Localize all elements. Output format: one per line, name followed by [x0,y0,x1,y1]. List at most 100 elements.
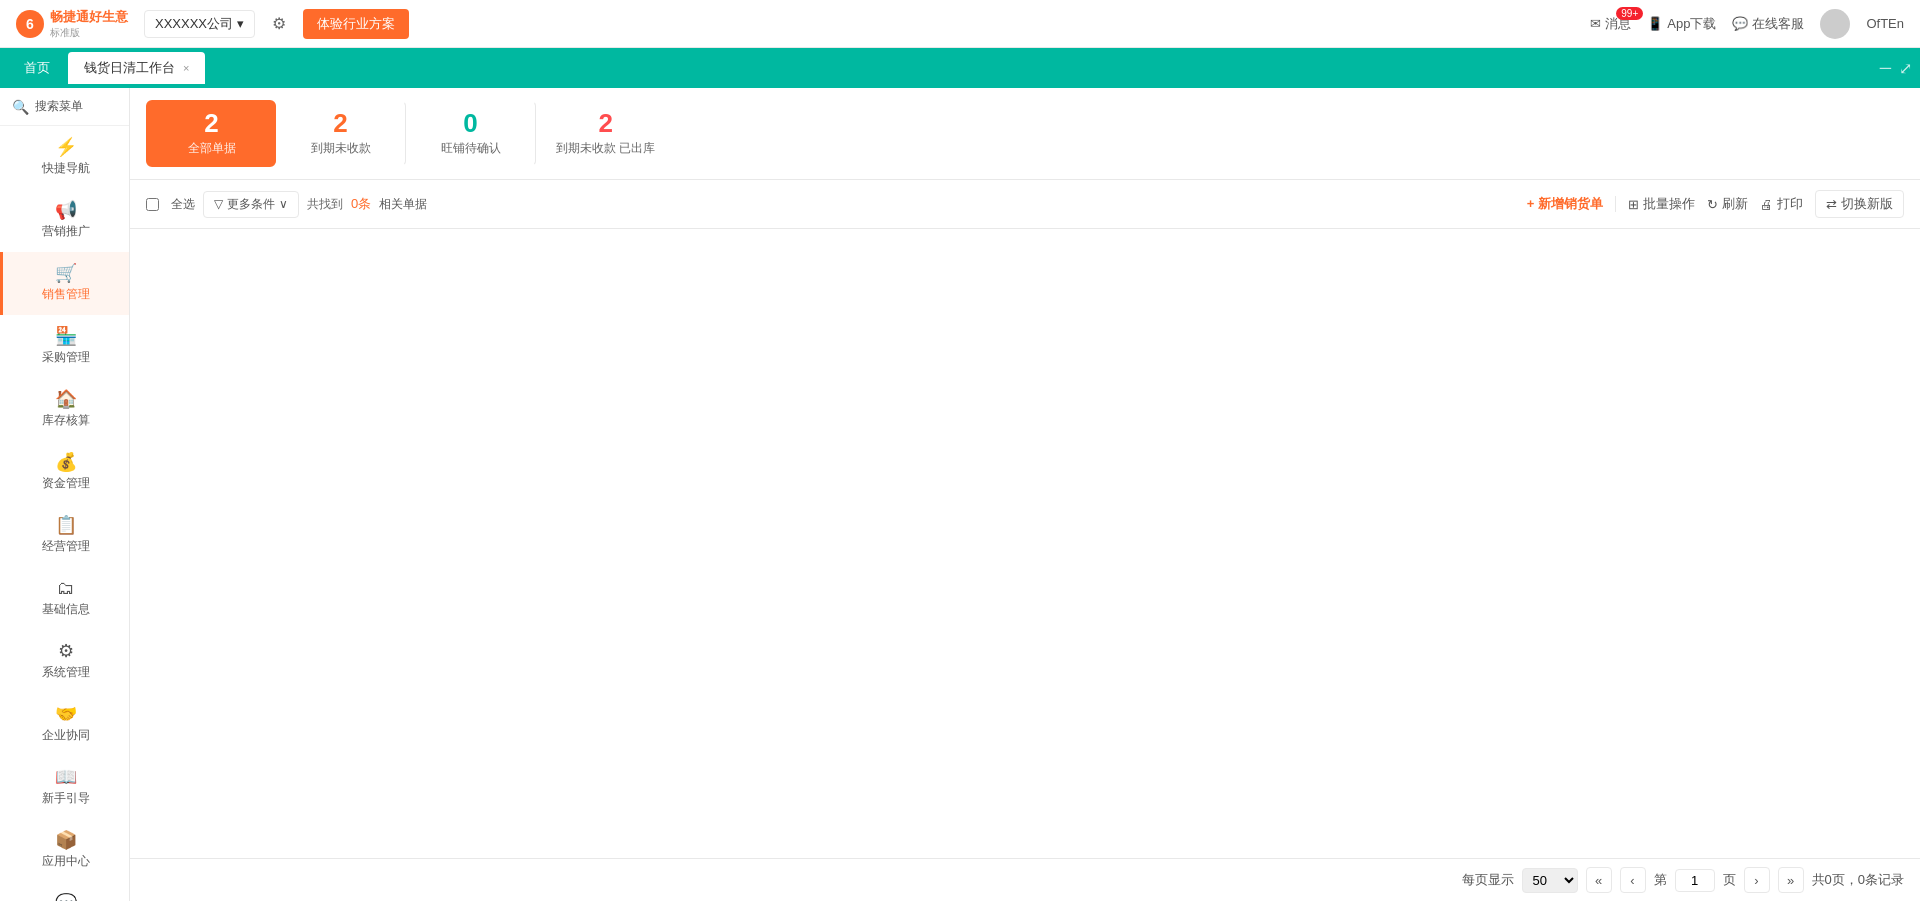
sales-icon: 🛒 [55,264,77,282]
sidebar-item-finance[interactable]: 💰 资金管理 [0,441,129,504]
apps-icon: 📦 [55,831,77,849]
filter-chevron-icon: ∨ [279,197,288,211]
sidebar-item-operation[interactable]: 📋 经营管理 [0,504,129,567]
found-count: 0条 [351,195,371,213]
card-pending-num: 0 [463,110,477,136]
header-left: 6 畅捷通好生意 标准版 XXXXXX公司 ▾ ⚙ 体验行业方案 [16,8,409,40]
tab-close-icon[interactable]: × [183,62,189,74]
refresh-btn-label: 刷新 [1722,195,1748,213]
sidebar-item-label: 营销推广 [42,223,90,240]
message-icon: ✉ [1590,16,1601,31]
table-area [130,229,1920,858]
switch-btn-label: 切换新版 [1841,195,1893,213]
finance-icon: 💰 [55,453,77,471]
page-size-prefix: 每页显示 [1462,871,1514,889]
inventory-icon: 🏠 [55,390,77,408]
batch-icon: ⊞ [1628,197,1639,212]
last-page-btn[interactable]: » [1778,867,1804,893]
select-all-checkbox[interactable] [146,198,159,211]
sidebar-item-quick-nav[interactable]: ⚡ 快捷导航 [0,126,129,189]
sidebar-item-label: 资金管理 [42,475,90,492]
tab-home-label: 首页 [24,59,50,77]
sidebar-item-label: 经营管理 [42,538,90,555]
sidebar-item-apps[interactable]: 📦 应用中心 [0,819,129,882]
guide-icon: 📖 [55,768,77,786]
sidebar-item-inventory[interactable]: 🏠 库存核算 [0,378,129,441]
toolbar-divider [1615,196,1616,212]
print-btn-label: 打印 [1777,195,1803,213]
card-overdue-shipped[interactable]: 2 到期未收款 已出库 [536,100,677,167]
app-download-button[interactable]: 📱 App下载 [1647,15,1716,33]
company-name: XXXXXX公司 [155,15,233,33]
online-service-button[interactable]: 💬 在线客服 [1732,15,1804,33]
card-all[interactable]: 2 全部单据 [146,100,276,167]
purchase-icon: 🏪 [55,327,77,345]
add-sales-order-btn[interactable]: + 新增销货单 [1527,195,1603,213]
online-service-label: 在线客服 [1752,15,1804,33]
refresh-btn[interactable]: ↻ 刷新 [1707,195,1748,213]
tab-minimize-btn[interactable]: ─ [1880,59,1891,77]
search-icon: 🔍 [12,100,29,114]
sidebar-item-sales[interactable]: 🛒 销售管理 [0,252,129,315]
toolbar-right: + 新增销货单 ⊞ 批量操作 ↻ 刷新 🖨 打印 ⇄ 切换新版 [1527,190,1904,218]
logo-title: 畅捷通好生意 [50,8,128,26]
card-overdue[interactable]: 2 到期未收款 [276,100,406,167]
sidebar-item-cooperation[interactable]: 🤝 企业协同 [0,693,129,756]
toolbar: 全选 ▽ 更多条件 ∨ 共找到 0条 相关单据 + 新增销货单 ⊞ 批量操作 ↻… [130,180,1920,229]
messages-button[interactable]: ✉ 消息 99+ [1590,15,1631,33]
sidebar-item-purchase[interactable]: 🏪 采购管理 [0,315,129,378]
card-pending[interactable]: 0 旺铺待确认 [406,100,536,167]
user-name[interactable]: OfTEn [1866,16,1904,31]
trial-btn[interactable]: 体验行业方案 [303,9,409,39]
print-btn[interactable]: 🖨 打印 [1760,195,1803,213]
sidebar-item-label: 新手引导 [42,790,90,807]
sidebar-item-label: 库存核算 [42,412,90,429]
filter-button[interactable]: ▽ 更多条件 ∨ [203,191,299,218]
next-page-btn[interactable]: › [1744,867,1770,893]
page-label: 第 [1654,871,1667,889]
user-avatar[interactable] [1820,9,1850,39]
total-text: 共0页，0条记录 [1812,871,1904,889]
sidebar-item-marketing[interactable]: 📢 营销推广 [0,189,129,252]
basic-icon: 🗂 [57,579,75,597]
sidebar-item-label: 采购管理 [42,349,90,366]
sidebar-item-wechat[interactable]: 💬 企业微信 [0,882,129,901]
marketing-icon: 📢 [55,201,77,219]
page-input[interactable] [1675,869,1715,892]
quick-nav-icon: ⚡ [55,138,77,156]
batch-btn[interactable]: ⊞ 批量操作 [1628,195,1695,213]
first-page-btn[interactable]: « [1586,867,1612,893]
content-area: 2 全部单据 2 到期未收款 0 旺铺待确认 2 到期未收款 已出库 全选 ▽ … [130,88,1920,901]
logo-area: 6 畅捷通好生意 标准版 [16,8,136,40]
print-icon: 🖨 [1760,197,1773,212]
sidebar-item-system[interactable]: ⚙ 系统管理 [0,630,129,693]
page-size-select[interactable]: 50 10 20 100 [1522,868,1578,893]
batch-btn-label: 批量操作 [1643,195,1695,213]
sidebar-item-label: 销售管理 [42,286,90,303]
tab-work[interactable]: 钱货日清工作台 × [68,52,205,84]
prev-page-btn[interactable]: ‹ [1620,867,1646,893]
card-overdue-label: 到期未收款 [311,140,371,157]
phone-icon: 📱 [1647,16,1663,31]
sidebar-item-label: 系统管理 [42,664,90,681]
system-icon: ⚙ [58,642,74,660]
tab-maximize-btn[interactable]: ⤢ [1899,59,1912,78]
tab-bar: 首页 钱货日清工作台 × ─ ⤢ [0,48,1920,88]
related-btn[interactable]: 相关单据 [379,196,427,213]
found-prefix: 共找到 [307,196,343,213]
app-download-label: App下载 [1667,15,1716,33]
operation-icon: 📋 [55,516,77,534]
tab-home[interactable]: 首页 [8,52,66,84]
sidebar-item-label: 基础信息 [42,601,90,618]
header-right: ✉ 消息 99+ 📱 App下载 💬 在线客服 OfTEn [1590,9,1904,39]
switch-version-btn[interactable]: ⇄ 切换新版 [1815,190,1904,218]
sidebar-search-label: 搜索菜单 [35,98,83,115]
card-overdue-shipped-num: 2 [598,110,612,136]
settings-button[interactable]: ⚙ [263,8,295,40]
sidebar: 🔍 搜索菜单 ⚡ 快捷导航 📢 营销推广 🛒 销售管理 🏪 采购管理 🏠 库存核… [0,88,130,901]
sidebar-item-basic[interactable]: 🗂 基础信息 [0,567,129,630]
sidebar-search[interactable]: 🔍 搜索菜单 [0,88,129,126]
sidebar-item-guide[interactable]: 📖 新手引导 [0,756,129,819]
company-selector[interactable]: XXXXXX公司 ▾ [144,10,255,38]
pagination: 每页显示 50 10 20 100 « ‹ 第 页 › » 共0页，0条记录 [130,858,1920,901]
